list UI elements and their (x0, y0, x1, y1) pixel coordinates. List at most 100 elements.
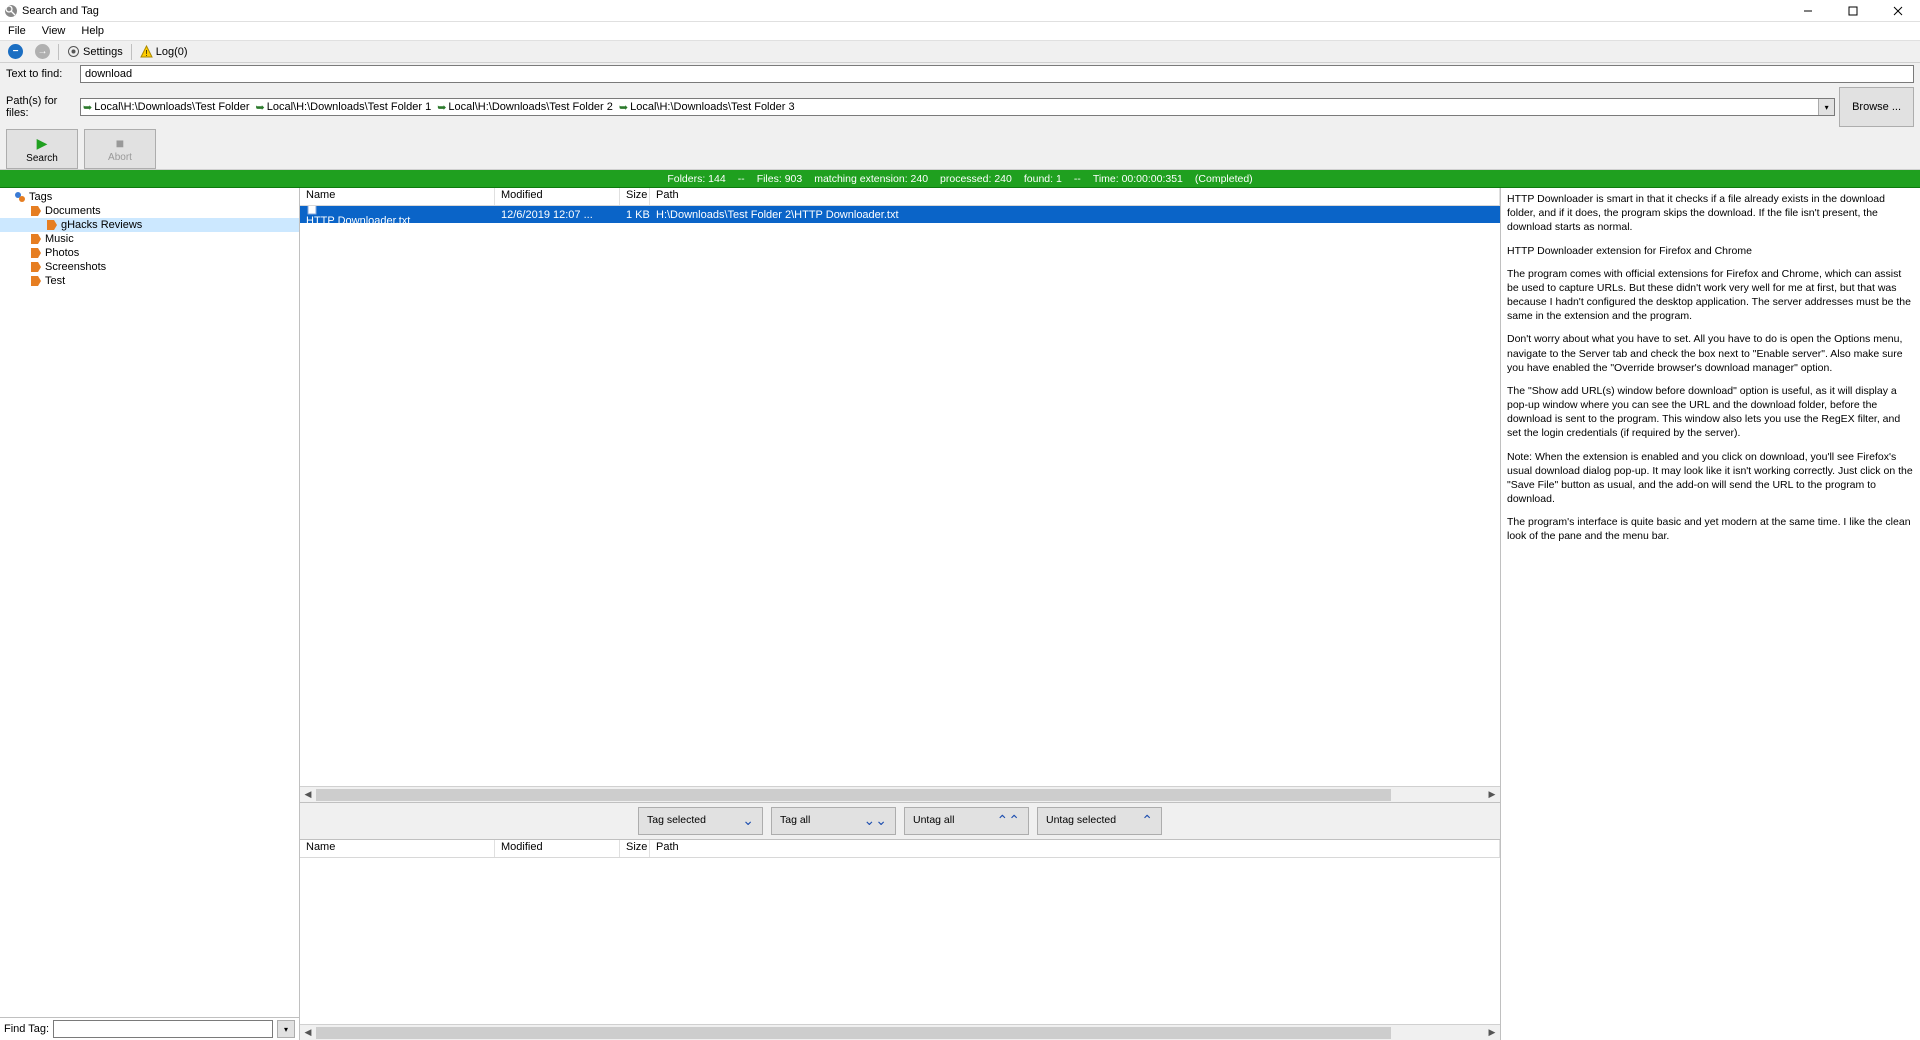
warning-icon: ! (140, 45, 153, 58)
close-button[interactable] (1875, 0, 1920, 22)
status-time: Time: 00:00:00:351 (1093, 173, 1183, 185)
settings-button[interactable]: Settings (63, 44, 127, 59)
title-bar: Search and Tag (0, 0, 1920, 22)
col-modified[interactable]: Modified (495, 188, 620, 205)
text-to-find-label: Text to find: (6, 68, 76, 80)
path-chip-0: ➥Local\H:\Downloads\Test Folder (83, 101, 250, 114)
preview-text: The program comes with official extensio… (1507, 267, 1914, 324)
log-label: Log(0) (156, 46, 188, 58)
scroll-right-icon[interactable]: ▶ (1484, 789, 1500, 800)
status-files: Files: 903 (757, 173, 803, 185)
path-chip-2: ➥Local\H:\Downloads\Test Folder 2 (437, 101, 613, 114)
center-pane: Name Modified Size Path HTTP Downloader.… (300, 188, 1500, 1040)
tagged-hscrollbar[interactable]: ◀ ▶ (300, 1024, 1500, 1040)
play-icon: ▶ (37, 135, 48, 152)
preview-text: The program's interface is quite basic a… (1507, 515, 1914, 543)
results-header: Name Modified Size Path (300, 188, 1500, 206)
menu-view[interactable]: View (34, 23, 74, 39)
path-chip-1: ➥Local\H:\Downloads\Test Folder 1 (256, 101, 432, 114)
abort-button[interactable]: ■ Abort (84, 129, 156, 169)
chevron-down-icon: ⌄ (742, 813, 754, 828)
tag-icon (30, 261, 42, 273)
tag-icon (30, 275, 42, 287)
toolbar: − → Settings ! Log(0) (0, 41, 1920, 63)
col-path[interactable]: Path (650, 840, 1500, 857)
menu-bar: File View Help (0, 22, 1920, 41)
tag-all-button[interactable]: Tag all ⌄⌄ (771, 807, 896, 835)
status-processed: processed: 240 (940, 173, 1012, 185)
scroll-left-icon[interactable]: ◀ (300, 1027, 316, 1038)
status-matching: matching extension: 240 (814, 173, 928, 185)
paths-input[interactable]: ➥Local\H:\Downloads\Test Folder ➥Local\H… (80, 98, 1835, 116)
folder-arrow-icon: ➥ (256, 101, 265, 114)
col-path[interactable]: Path (650, 188, 1500, 205)
untag-all-button[interactable]: Untag all ⌃⌃ (904, 807, 1029, 835)
col-modified[interactable]: Modified (495, 840, 620, 857)
find-tag-dropdown[interactable]: ▾ (277, 1020, 295, 1038)
menu-file[interactable]: File (0, 23, 34, 39)
preview-text: The "Show add URL(s) window before downl… (1507, 384, 1914, 441)
preview-text: Note: When the extension is enabled and … (1507, 450, 1914, 507)
sidebar: Tags Documents gHacks Reviews Music Phot… (0, 188, 300, 1040)
double-chevron-up-icon: ⌃⌃ (997, 813, 1020, 828)
app-icon (4, 4, 18, 18)
tag-icon (30, 205, 42, 217)
col-size[interactable]: Size (620, 188, 650, 205)
results-hscrollbar[interactable]: ◀ ▶ (300, 786, 1500, 802)
log-button[interactable]: ! Log(0) (136, 44, 192, 59)
file-icon (306, 206, 489, 215)
scroll-right-icon[interactable]: ▶ (1484, 1027, 1500, 1038)
tag-actions: Tag selected ⌄ Tag all ⌄⌄ Untag all ⌃⌃ U… (300, 803, 1500, 840)
back-button[interactable]: − (4, 43, 27, 60)
tagged-body[interactable] (300, 858, 1500, 1024)
paths-dropdown-button[interactable]: ▾ (1818, 99, 1834, 115)
svg-text:!: ! (145, 49, 147, 58)
untag-selected-button[interactable]: Untag selected ⌃ (1037, 807, 1162, 835)
stop-icon: ■ (116, 135, 124, 151)
folder-arrow-icon: ➥ (83, 101, 92, 114)
browse-button[interactable]: Browse ... (1839, 87, 1914, 127)
tree-item-ghacks-reviews[interactable]: gHacks Reviews (0, 218, 299, 232)
results-body[interactable]: HTTP Downloader.txt 12/6/2019 12:07 ... … (300, 206, 1500, 786)
tagged-header: Name Modified Size Path (300, 840, 1500, 858)
forward-icon: → (35, 44, 50, 59)
preview-text: HTTP Downloader is smart in that it chec… (1507, 192, 1914, 235)
gear-icon (67, 45, 80, 58)
minimize-button[interactable] (1785, 0, 1830, 22)
main-area: Tags Documents gHacks Reviews Music Phot… (0, 188, 1920, 1040)
tree-root-tags[interactable]: Tags (0, 190, 299, 204)
tree-item-documents[interactable]: Documents (0, 204, 299, 218)
folder-arrow-icon: ➥ (437, 101, 446, 114)
result-row[interactable]: HTTP Downloader.txt 12/6/2019 12:07 ... … (300, 206, 1500, 223)
scroll-left-icon[interactable]: ◀ (300, 789, 316, 800)
tag-tree: Tags Documents gHacks Reviews Music Phot… (0, 188, 299, 1017)
tree-item-test[interactable]: Test (0, 274, 299, 288)
settings-label: Settings (83, 46, 123, 58)
path-chip-3: ➥Local\H:\Downloads\Test Folder 3 (619, 101, 795, 114)
results-panel: Name Modified Size Path HTTP Downloader.… (300, 188, 1500, 803)
tree-item-screenshots[interactable]: Screenshots (0, 260, 299, 274)
search-button[interactable]: ▶ Search (6, 129, 78, 169)
col-name[interactable]: Name (300, 840, 495, 857)
tag-selected-button[interactable]: Tag selected ⌄ (638, 807, 763, 835)
maximize-button[interactable] (1830, 0, 1875, 22)
menu-help[interactable]: Help (73, 23, 112, 39)
paths-label: Path(s) for files: (6, 95, 76, 119)
preview-text: Don't worry about what you have to set. … (1507, 332, 1914, 375)
tag-icon (30, 247, 42, 259)
tree-item-music[interactable]: Music (0, 232, 299, 246)
search-input[interactable] (80, 65, 1914, 83)
double-chevron-down-icon: ⌄⌄ (864, 813, 887, 828)
forward-button[interactable]: → (31, 43, 54, 60)
find-tag-label: Find Tag: (4, 1023, 49, 1035)
col-size[interactable]: Size (620, 840, 650, 857)
tree-item-photos[interactable]: Photos (0, 246, 299, 260)
tag-icon (46, 219, 58, 231)
preview-text: HTTP Downloader extension for Firefox an… (1507, 244, 1914, 258)
chevron-up-icon: ⌃ (1141, 813, 1153, 828)
status-folders: Folders: 144 (667, 173, 725, 185)
col-name[interactable]: Name (300, 188, 495, 205)
window-title: Search and Tag (22, 5, 1785, 17)
search-bar: Text to find: Path(s) for files: ➥Local\… (0, 63, 1920, 170)
find-tag-input[interactable] (53, 1020, 273, 1038)
